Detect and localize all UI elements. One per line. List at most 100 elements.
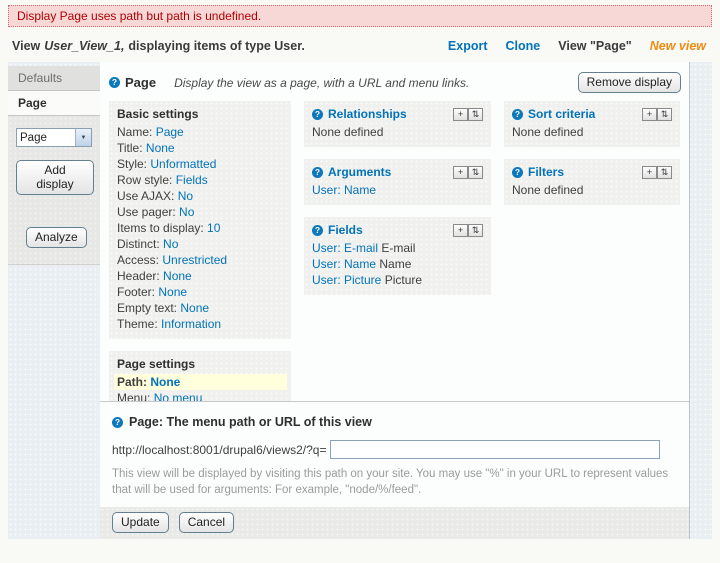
filters-empty-text: None defined [512, 183, 584, 197]
filters-title-link[interactable]: Filters [528, 164, 564, 180]
fields-actions: + ⇅ [453, 223, 483, 237]
view-title-suffix: displaying items of type User. [128, 39, 305, 53]
remove-display-button[interactable]: Remove display [577, 72, 681, 93]
field-link[interactable]: User: Picture [312, 273, 381, 287]
analyze-button[interactable]: Analyze [26, 227, 87, 248]
new-view-link[interactable]: New view [650, 39, 706, 53]
setting-value-link[interactable]: None [180, 301, 209, 315]
clone-link[interactable]: Clone [506, 39, 541, 53]
field-label: E-mail [381, 241, 416, 255]
cancel-button[interactable]: Cancel [178, 512, 235, 533]
add-icon[interactable]: + [453, 107, 468, 121]
help-icon[interactable]: ? [512, 166, 523, 178]
rearrange-icon[interactable]: ⇅ [657, 165, 672, 179]
path-input-row: http://localhost:8001/drupal6/views2/?q= [112, 440, 677, 459]
setting-value-link[interactable]: None [163, 269, 192, 283]
rearrange-icon[interactable]: ⇅ [657, 107, 672, 121]
update-button[interactable]: Update [112, 512, 169, 533]
setting-value-link[interactable]: Unformatted [150, 157, 216, 171]
setting-label: Access: [117, 253, 160, 267]
field-label: Name [379, 257, 412, 271]
display-tab-controls: Page ▼ Add display Analyze [8, 116, 100, 248]
setting-row-header: Header: None [117, 268, 283, 284]
setting-value-link[interactable]: Page [156, 125, 184, 139]
path-value-link[interactable]: None [150, 375, 180, 389]
tab-defaults-label: Defaults [18, 71, 63, 85]
error-message-text: Display Page uses path but path is undef… [17, 9, 262, 23]
relationships-title-link[interactable]: Relationships [328, 106, 407, 122]
setting-row-title: Title: None [117, 140, 283, 156]
filters-header: ? Filters + ⇅ [512, 164, 672, 180]
menu-value-link[interactable]: No menu [154, 391, 203, 401]
path-input[interactable] [330, 440, 661, 459]
add-icon[interactable]: + [453, 223, 468, 237]
setting-label: Style: [117, 157, 148, 171]
argument-item: User: Name [312, 182, 483, 198]
fields-header: ? Fields + ⇅ [312, 222, 483, 238]
setting-label: Header: [117, 269, 160, 283]
help-icon[interactable]: ? [312, 108, 323, 120]
add-icon[interactable]: + [642, 107, 657, 121]
setting-value-link[interactable]: Unrestricted [162, 253, 227, 267]
setting-row-access: Access: Unrestricted [117, 252, 283, 268]
fields-title-link[interactable]: Fields [328, 222, 363, 238]
field-item: User: Picture Picture [312, 272, 483, 288]
export-link[interactable]: Export [448, 39, 488, 53]
basic-settings-title: Basic settings [117, 107, 199, 121]
help-icon[interactable]: ? [512, 108, 523, 120]
help-icon[interactable]: ? [109, 77, 120, 88]
tab-page[interactable]: Page [8, 91, 100, 116]
setting-value-link[interactable]: 10 [207, 221, 220, 235]
arguments-box: ? Arguments + ⇅ User: Name [304, 159, 491, 205]
setting-label: Footer: [117, 285, 156, 299]
filters-box: ? Filters + ⇅ None defined [504, 159, 680, 205]
arguments-title-link[interactable]: Arguments [328, 164, 391, 180]
page-settings-title: Page settings [117, 357, 196, 371]
relationships-box: ? Relationships + ⇅ None defined [304, 101, 491, 147]
setting-row-empty-text: Empty text: None [117, 300, 283, 316]
setting-label: Use AJAX: [117, 189, 175, 203]
sort-criteria-header: ? Sort criteria + ⇅ [512, 106, 672, 122]
arguments-header: ? Arguments + ⇅ [312, 164, 483, 180]
setting-value-link[interactable]: Information [161, 317, 221, 331]
rearrange-icon[interactable]: ⇅ [468, 223, 483, 237]
relationships-empty-text: None defined [312, 125, 384, 139]
path-settings-pane: ? Page: The menu path or URL of this vie… [100, 401, 689, 539]
argument-link[interactable]: User: Name [312, 183, 376, 197]
display-overview: Basic settings Name: Page Title: None St… [100, 99, 689, 401]
setting-value-link[interactable]: No [178, 189, 193, 203]
url-prefix: http://localhost:8001/drupal6/views2/?q= [112, 442, 327, 457]
view-name: User_View_1, [44, 39, 125, 53]
setting-row-theme: Theme: Information [117, 316, 283, 332]
add-icon[interactable]: + [453, 165, 468, 179]
rearrange-icon[interactable]: ⇅ [468, 165, 483, 179]
setting-value-link[interactable]: No [163, 237, 178, 251]
help-icon[interactable]: ? [312, 166, 323, 178]
path-help-text: This view will be displayed by visiting … [112, 468, 669, 496]
tab-defaults[interactable]: Defaults [8, 66, 100, 91]
setting-value-link[interactable]: Fields [176, 173, 208, 187]
sort-criteria-empty-text: None defined [512, 125, 584, 139]
error-message: Display Page uses path but path is undef… [8, 5, 712, 27]
page-settings-header: Page settings [117, 356, 283, 372]
view-page-link[interactable]: View "Page" [558, 39, 631, 53]
help-icon[interactable]: ? [112, 416, 123, 428]
add-icon[interactable]: + [642, 165, 657, 179]
view-header: View User_View_1, displaying items of ty… [12, 39, 706, 53]
setting-row-use-pager: Use pager: No [117, 204, 283, 220]
display-type-select[interactable]: Page ▼ [16, 128, 92, 147]
sort-criteria-title-link[interactable]: Sort criteria [528, 106, 595, 122]
setting-row-distinct: Distinct: No [117, 236, 283, 252]
field-link[interactable]: User: Name [312, 257, 376, 271]
field-link[interactable]: User: E-mail [312, 241, 378, 255]
display-description: Display the view as a page, with a URL a… [174, 75, 470, 90]
setting-value-link[interactable]: None [158, 285, 187, 299]
help-icon[interactable]: ? [312, 224, 323, 236]
rearrange-icon[interactable]: ⇅ [468, 107, 483, 121]
add-display-button[interactable]: Add display [16, 160, 94, 195]
setting-value-link[interactable]: None [146, 141, 175, 155]
setting-value-link[interactable]: No [179, 205, 194, 219]
setting-row-path: Path: None [114, 374, 287, 390]
setting-label: Distinct: [117, 237, 160, 251]
overview-column-1: Basic settings Name: Page Title: None St… [109, 101, 291, 401]
